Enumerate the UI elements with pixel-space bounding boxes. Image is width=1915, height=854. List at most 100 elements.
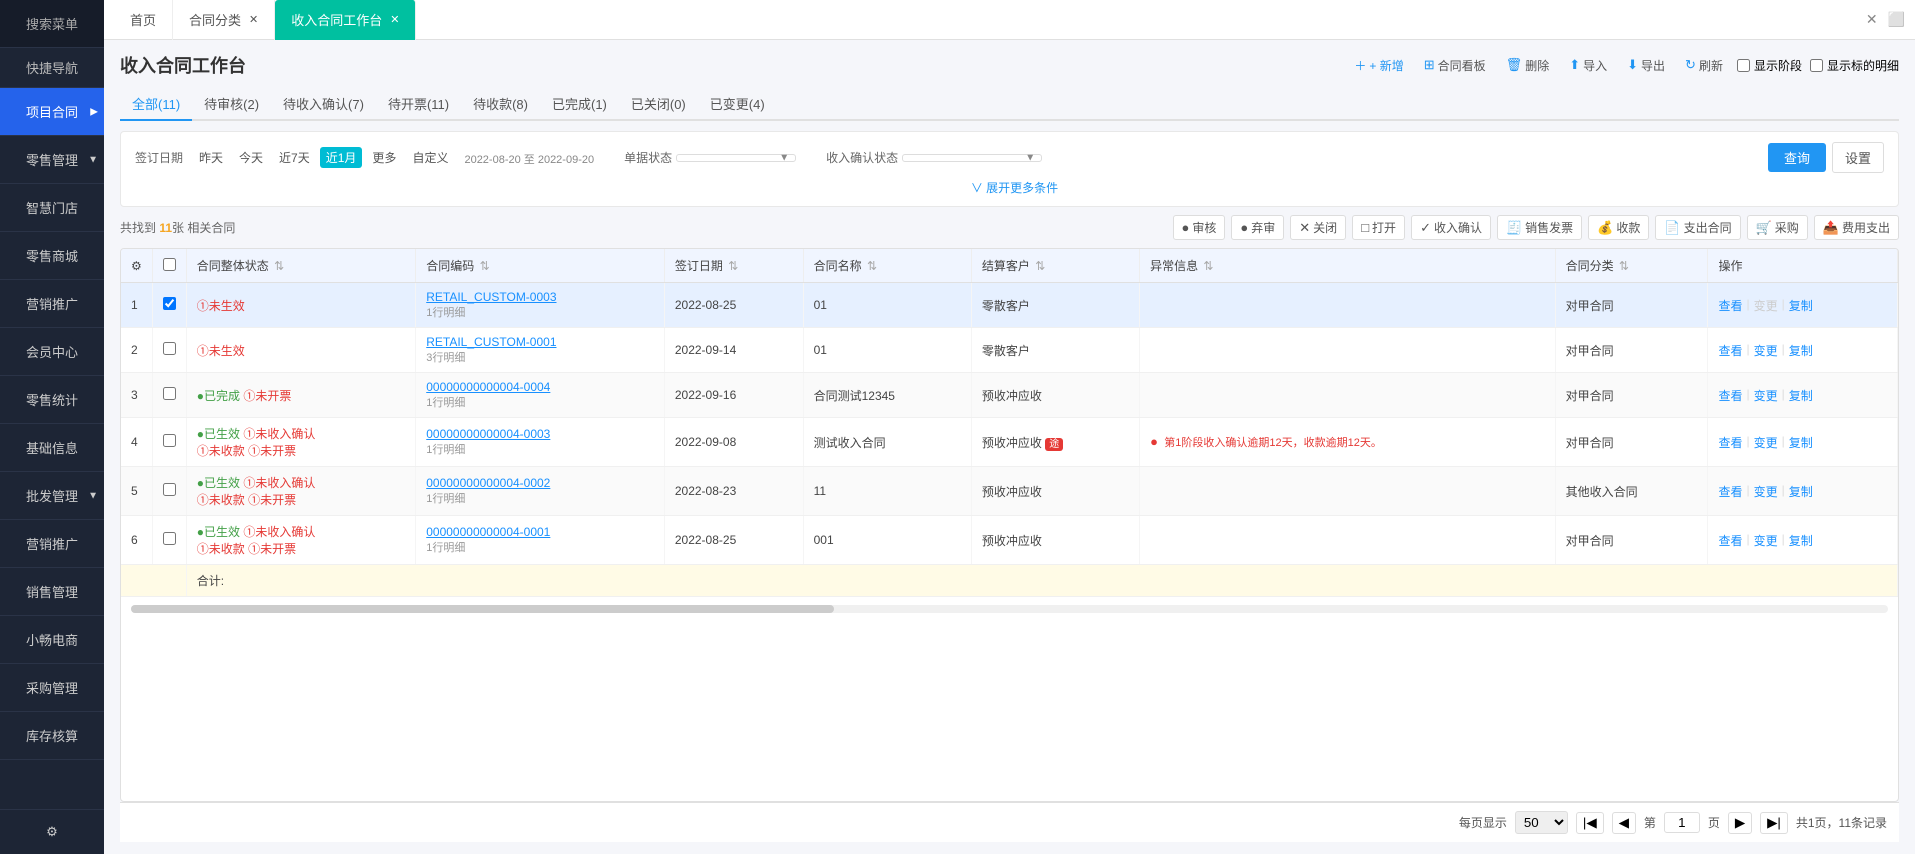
sidebar-item-marketing[interactable]: 营销推广 bbox=[0, 280, 104, 328]
sidebar-item-retail-stats[interactable]: 零售统计 bbox=[0, 376, 104, 424]
new-button[interactable]: ＋ + 新增 bbox=[1348, 54, 1409, 77]
date-btn-yesterday[interactable]: 昨天 bbox=[193, 147, 229, 168]
collection-button[interactable]: 💰 收款 bbox=[1588, 215, 1649, 240]
edit-link[interactable]: 变更 bbox=[1754, 342, 1778, 359]
view-link[interactable]: 查看 bbox=[1718, 532, 1742, 549]
expense-out-button[interactable]: 📤 费用支出 bbox=[1814, 215, 1899, 240]
row-select-checkbox[interactable] bbox=[163, 483, 176, 496]
sidebar-item-retail-mall[interactable]: 零售商城 bbox=[0, 232, 104, 280]
last-page-button[interactable]: ▶| bbox=[1760, 812, 1788, 834]
row-select-checkbox[interactable] bbox=[163, 342, 176, 355]
tab-income-contract[interactable]: 收入合同工作台 ✕ bbox=[275, 0, 416, 40]
sidebar-item-mkt-promo[interactable]: 营销推广 bbox=[0, 520, 104, 568]
date-btn-1month[interactable]: 近1月 bbox=[320, 147, 363, 168]
copy-link[interactable]: 复制 bbox=[1789, 342, 1813, 359]
set-button[interactable]: 设置 bbox=[1832, 142, 1884, 173]
sub-tab-closed[interactable]: 已关闭(0) bbox=[619, 88, 698, 121]
copy-link[interactable]: 复制 bbox=[1789, 532, 1813, 549]
row-select-checkbox[interactable] bbox=[163, 297, 176, 310]
page-input[interactable] bbox=[1664, 812, 1700, 833]
horizontal-scrollbar-track[interactable] bbox=[131, 605, 1888, 613]
sidebar-quick-nav[interactable]: 快捷导航 bbox=[0, 48, 104, 88]
row-select-checkbox[interactable] bbox=[163, 387, 176, 400]
refresh-button[interactable]: ↻ 刷新 bbox=[1679, 54, 1729, 77]
query-button[interactable]: 查询 bbox=[1768, 143, 1826, 172]
sidebar-item-project[interactable]: 项目合同 ▶ bbox=[0, 88, 104, 136]
edit-link[interactable]: 变更 bbox=[1754, 532, 1778, 549]
row-select-checkbox[interactable] bbox=[163, 532, 176, 545]
show-marks-checkbox[interactable] bbox=[1810, 59, 1823, 72]
page-size-select[interactable]: 50 20 100 bbox=[1515, 811, 1568, 834]
income-confirm-button[interactable]: ✓ 收入确认 bbox=[1411, 215, 1491, 240]
sidebar-item-retail-mgmt[interactable]: 零售管理 ▼ bbox=[0, 136, 104, 184]
view-link[interactable]: 查看 bbox=[1718, 483, 1742, 500]
first-page-button[interactable]: |◀ bbox=[1576, 812, 1604, 834]
sidebar-item-base-info[interactable]: 基础信息 bbox=[0, 424, 104, 472]
kanban-button[interactable]: ⊞ 合同看板 bbox=[1418, 54, 1492, 77]
purchase-button[interactable]: 🛒 采购 bbox=[1747, 215, 1808, 240]
contract-code-link[interactable]: 00000000000004-0001 bbox=[426, 525, 550, 539]
open-contract-button[interactable]: □ 打开 bbox=[1352, 215, 1405, 240]
copy-link[interactable]: 复制 bbox=[1789, 387, 1813, 404]
review-button[interactable]: ● 审核 bbox=[1173, 215, 1226, 240]
sidebar-item-xiaochangec[interactable]: 小畅电商 bbox=[0, 616, 104, 664]
view-link[interactable]: 查看 bbox=[1718, 342, 1742, 359]
tab-home[interactable]: 首页 bbox=[114, 0, 173, 40]
sub-tab-all[interactable]: 全部(11) bbox=[120, 88, 192, 121]
sub-tab-completed[interactable]: 已完成(1) bbox=[540, 88, 619, 121]
close-all-icon[interactable]: ✕ bbox=[1866, 11, 1878, 28]
doc-status-select[interactable]: ▼ bbox=[676, 154, 796, 162]
contract-code-link[interactable]: 00000000000004-0004 bbox=[426, 380, 550, 394]
sidebar-item-sales-mgmt[interactable]: 销售管理 bbox=[0, 568, 104, 616]
view-link[interactable]: 查看 bbox=[1718, 434, 1742, 451]
sidebar-item-members[interactable]: 会员中心 bbox=[0, 328, 104, 376]
sub-tab-pending-income[interactable]: 待收入确认(7) bbox=[271, 88, 376, 121]
prev-page-button[interactable]: ◀ bbox=[1612, 812, 1636, 834]
sidebar-search-btn[interactable]: 搜索菜单 bbox=[0, 0, 104, 48]
settings-icon[interactable]: ⚙ bbox=[0, 809, 104, 854]
income-confirm-select[interactable]: ▼ bbox=[902, 154, 1042, 162]
copy-link[interactable]: 复制 bbox=[1789, 297, 1813, 314]
sub-tab-pending-review[interactable]: 待审核(2) bbox=[192, 88, 271, 121]
edit-link[interactable]: 变更 bbox=[1754, 434, 1778, 451]
tab-contract-cat[interactable]: 合同分类 ✕ bbox=[173, 0, 275, 40]
date-btn-more[interactable]: 更多 bbox=[366, 147, 402, 168]
close-contract-button[interactable]: ✕ 关闭 bbox=[1290, 215, 1346, 240]
import-button[interactable]: ⬆ 导入 bbox=[1563, 54, 1613, 77]
show-stages-checkbox[interactable] bbox=[1737, 59, 1750, 72]
export-button[interactable]: ⬇ 导出 bbox=[1621, 54, 1671, 77]
sub-tab-pending-collection[interactable]: 待收款(8) bbox=[461, 88, 540, 121]
abandon-button[interactable]: ● 弃审 bbox=[1231, 215, 1284, 240]
sub-tab-pending-invoice[interactable]: 待开票(11) bbox=[376, 88, 461, 121]
sub-tab-changed[interactable]: 已变更(4) bbox=[698, 88, 777, 121]
th-settings[interactable]: ⚙ bbox=[121, 249, 152, 283]
select-all-checkbox[interactable] bbox=[163, 258, 176, 271]
view-link[interactable]: 查看 bbox=[1718, 387, 1742, 404]
expand-conditions-btn[interactable]: ∨ 展开更多条件 bbox=[971, 179, 1058, 196]
sidebar-item-purchase[interactable]: 采购管理 bbox=[0, 664, 104, 712]
edit-link[interactable]: 变更 bbox=[1754, 483, 1778, 500]
sidebar-item-smart-store[interactable]: 智慧门店 bbox=[0, 184, 104, 232]
date-btn-today[interactable]: 今天 bbox=[233, 147, 269, 168]
sidebar-item-inventory[interactable]: 库存核算 bbox=[0, 712, 104, 760]
tab-income-contract-close[interactable]: ✕ bbox=[390, 13, 399, 26]
date-btn-7days[interactable]: 近7天 bbox=[273, 147, 316, 168]
outgoing-contract-button[interactable]: 📄 支出合同 bbox=[1655, 215, 1740, 240]
contract-code-link[interactable]: RETAIL_CUSTOM-0001 bbox=[426, 335, 556, 349]
sidebar-item-wholesale[interactable]: 批发管理 ▼ bbox=[0, 472, 104, 520]
edit-link[interactable]: 变更 bbox=[1754, 387, 1778, 404]
row-select-checkbox[interactable] bbox=[163, 434, 176, 447]
horizontal-scrollbar-thumb[interactable] bbox=[131, 605, 834, 613]
contract-code-link[interactable]: RETAIL_CUSTOM-0003 bbox=[426, 290, 556, 304]
copy-link[interactable]: 复制 bbox=[1789, 483, 1813, 500]
contract-code-link[interactable]: 00000000000004-0003 bbox=[426, 427, 550, 441]
copy-link[interactable]: 复制 bbox=[1789, 434, 1813, 451]
date-btn-custom[interactable]: 自定义 bbox=[406, 147, 454, 168]
contract-code-link[interactable]: 00000000000004-0002 bbox=[426, 476, 550, 490]
sales-invoice-button[interactable]: 🧾 销售发票 bbox=[1497, 215, 1582, 240]
delete-button[interactable]: 🗑 删除 bbox=[1500, 54, 1556, 77]
next-page-button[interactable]: ▶ bbox=[1728, 812, 1752, 834]
restore-icon[interactable]: ⬜ bbox=[1888, 11, 1905, 28]
view-link[interactable]: 查看 bbox=[1718, 297, 1742, 314]
tab-contract-cat-close[interactable]: ✕ bbox=[249, 13, 258, 26]
